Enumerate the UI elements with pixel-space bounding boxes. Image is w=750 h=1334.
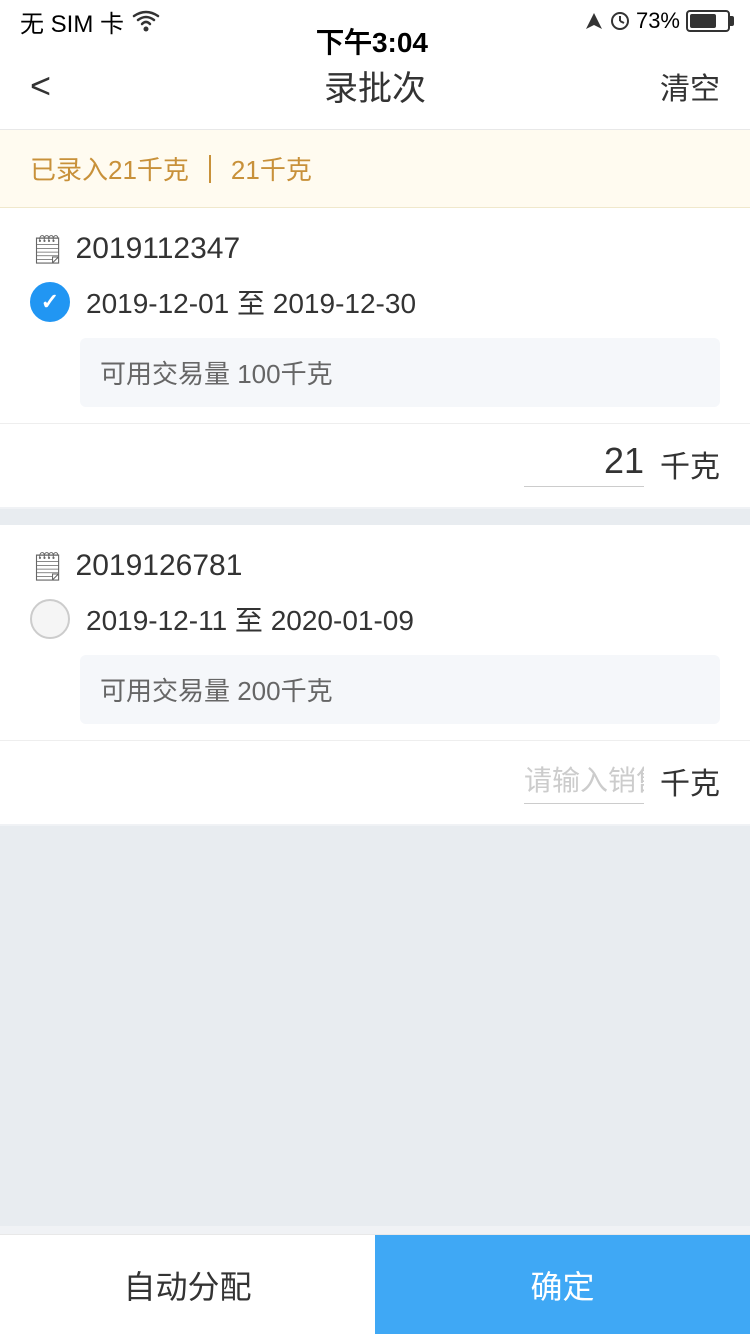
status-time: 下午3:04 — [316, 21, 428, 61]
back-button[interactable]: < — [30, 65, 51, 107]
battery-percent: 73% — [636, 8, 680, 34]
summary-bar: 已录入21千克 21千克 — [0, 130, 750, 208]
batch-2-row[interactable]: 2019-12-11 至 2020-01-09 — [0, 591, 750, 655]
doc-icon-2: 🗒 — [30, 550, 66, 583]
total-label: 21千克 — [231, 150, 312, 187]
batch-1-unit: 千克 — [660, 442, 720, 486]
summary-divider — [209, 155, 211, 183]
batch-2-date: 2019-12-11 至 2020-01-09 — [86, 599, 414, 639]
batch-2-availability: 可用交易量 200千克 — [80, 655, 720, 724]
confirm-button[interactable]: 确定 — [375, 1235, 750, 1334]
batch-1-id: 2019112347 — [76, 232, 241, 266]
batch-1-radio[interactable] — [30, 282, 70, 322]
auto-distribute-button[interactable]: 自动分配 — [0, 1235, 375, 1334]
batch-1-availability: 可用交易量 100千克 — [80, 338, 720, 407]
gps-icon — [584, 11, 604, 31]
batch-2-input-wrap[interactable] — [524, 757, 644, 804]
wifi-icon — [132, 10, 160, 32]
batch-2-quantity-input[interactable] — [524, 757, 644, 799]
page-title: 录批次 — [324, 61, 426, 110]
carrier-label: 无 SIM 卡 — [20, 4, 124, 39]
clock-icon — [610, 11, 630, 31]
content-area: 🗒 2019112347 2019-12-01 至 2019-12-30 可用交… — [0, 208, 750, 1326]
status-right: 73% — [584, 8, 730, 34]
bottom-bar: 自动分配 确定 — [0, 1234, 750, 1334]
clear-button[interactable]: 清空 — [660, 64, 720, 108]
batch-2-header: 🗒 2019126781 — [0, 525, 750, 591]
batch-item-2: 🗒 2019126781 2019-12-11 至 2020-01-09 可用交… — [0, 525, 750, 824]
status-left: 无 SIM 卡 — [20, 4, 160, 39]
batch-2-id: 2019126781 — [76, 549, 243, 583]
doc-icon-1: 🗒 — [30, 233, 66, 266]
batch-1-row[interactable]: 2019-12-01 至 2019-12-30 — [0, 274, 750, 338]
separator-1 — [0, 509, 750, 525]
batch-2-quantity-row: 千克 — [0, 740, 750, 824]
batch-1-date: 2019-12-01 至 2019-12-30 — [86, 282, 416, 322]
batch-1-quantity-row: 千克 — [0, 423, 750, 507]
batch-1-header: 🗒 2019112347 — [0, 208, 750, 274]
batch-item-1: 🗒 2019112347 2019-12-01 至 2019-12-30 可用交… — [0, 208, 750, 507]
status-bar: 无 SIM 卡 下午3:04 73% — [0, 0, 750, 42]
battery-icon — [686, 10, 730, 32]
batch-1-quantity-input[interactable] — [524, 440, 644, 482]
batch-2-radio[interactable] — [30, 599, 70, 639]
empty-area — [0, 826, 750, 1226]
batch-1-input-wrap[interactable] — [524, 440, 644, 487]
recorded-label: 已录入21千克 — [30, 150, 189, 187]
batch-2-unit: 千克 — [660, 759, 720, 803]
